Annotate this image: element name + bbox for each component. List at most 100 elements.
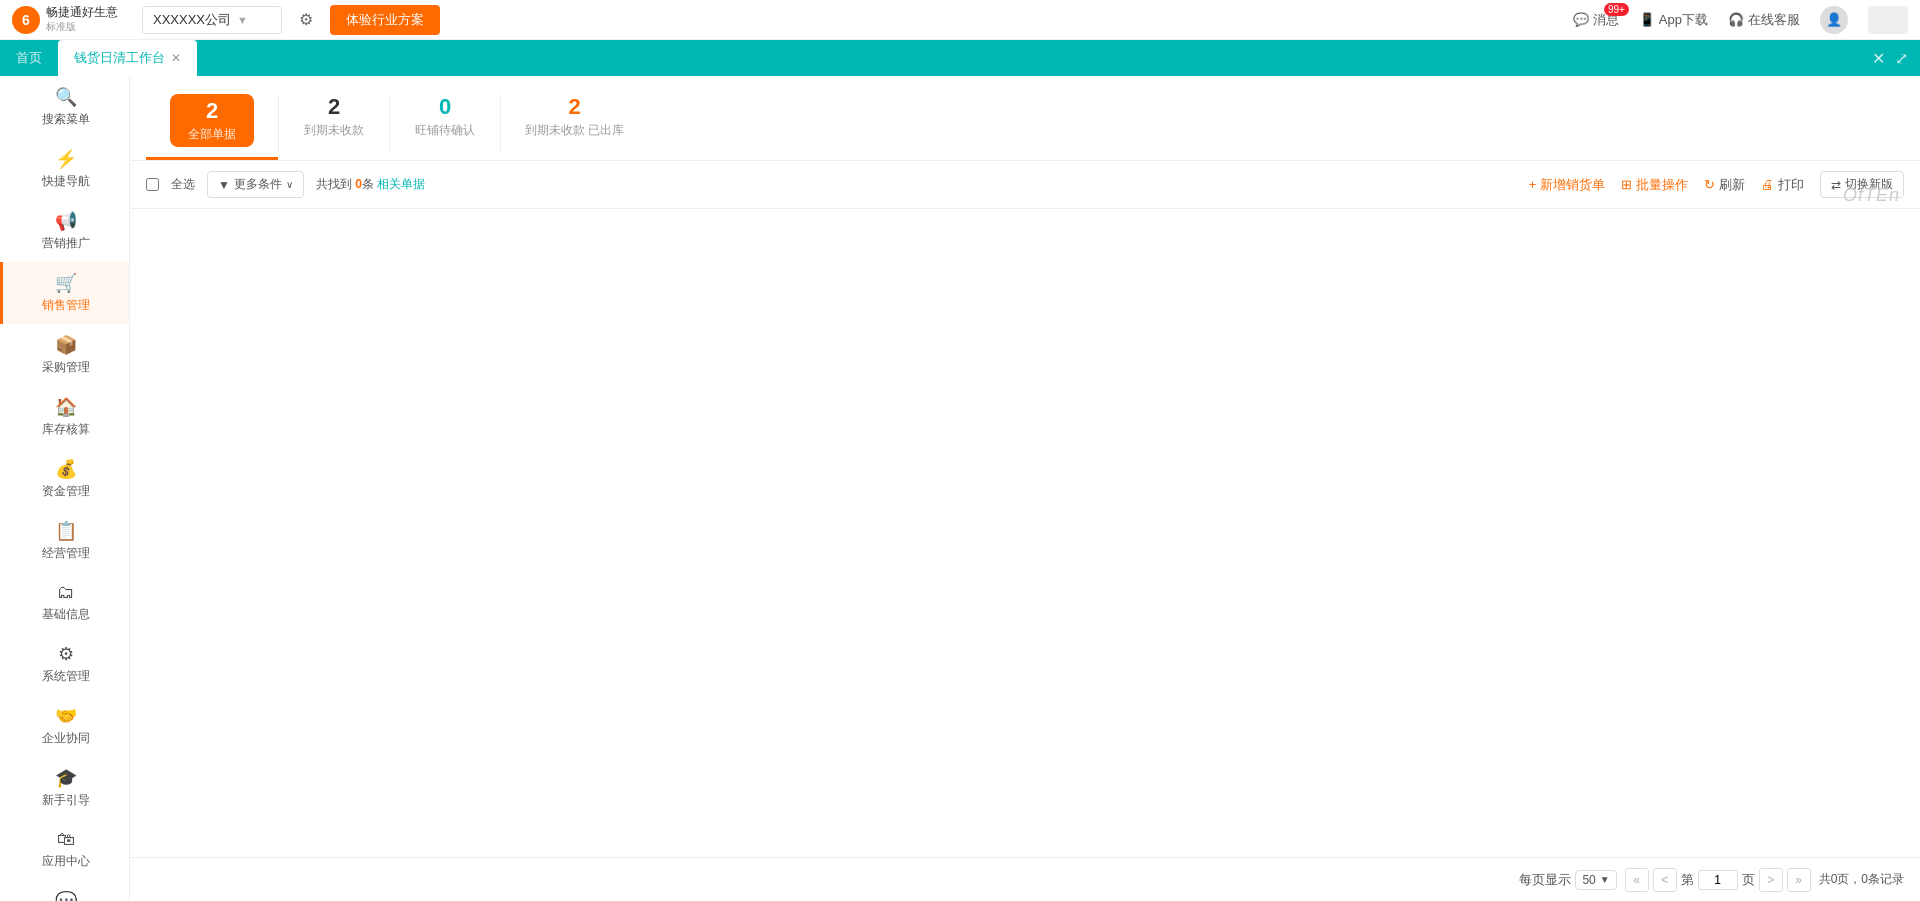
- message-badge: 99+: [1604, 3, 1629, 16]
- sidebar-purchase-label: 采购管理: [42, 359, 90, 376]
- message-icon: 💬: [1573, 12, 1589, 27]
- select-all-label: 全选: [171, 176, 195, 193]
- refresh-button[interactable]: ↻ 刷新: [1704, 176, 1745, 194]
- stat-overdue-shipped-label: 到期未收款 已出库: [525, 122, 624, 139]
- sidebar-enterprise-label: 企业协同: [42, 730, 90, 747]
- page-number-input[interactable]: [1698, 870, 1738, 890]
- sidebar-operations-label: 经营管理: [42, 545, 90, 562]
- page-size-dropdown[interactable]: 50 ▼: [1575, 870, 1616, 890]
- prev-page-button[interactable]: <: [1653, 868, 1677, 892]
- sidebar-item-operations[interactable]: 📋 经营管理: [0, 510, 129, 572]
- select-all-checkbox[interactable]: [146, 178, 159, 191]
- tab-work-station[interactable]: 钱货日清工作台 ✕: [58, 40, 197, 76]
- user-name-area: [1868, 6, 1908, 34]
- stat-tab-all[interactable]: 2 全部单据: [146, 86, 278, 160]
- stat-wangpu-label: 旺铺待确认: [415, 122, 475, 139]
- wechat-icon: 💬: [55, 890, 77, 901]
- sidebar-item-system[interactable]: ⚙ 系统管理: [0, 633, 129, 695]
- basic-info-icon: 🗂: [57, 582, 75, 603]
- found-link[interactable]: 相关单据: [377, 177, 425, 191]
- online-service-button[interactable]: 🎧 在线客服: [1728, 11, 1800, 29]
- stat-overdue-label: 到期未收款: [304, 122, 364, 139]
- user-icon: 👤: [1826, 12, 1842, 27]
- sidebar-item-purchase[interactable]: 📦 采购管理: [0, 324, 129, 386]
- app-download-button[interactable]: 📱 App下载: [1639, 11, 1708, 29]
- next-page-button[interactable]: >: [1759, 868, 1783, 892]
- last-page-button[interactable]: »: [1787, 868, 1811, 892]
- content-area: 2 全部单据 2 到期未收款 0 旺铺待确认 2 到期未收款 已出库: [130, 76, 1920, 901]
- first-page-button[interactable]: «: [1625, 868, 1649, 892]
- app-icon: 📱: [1639, 12, 1655, 27]
- tab-bar-actions: ✕ ⤢: [1872, 49, 1920, 68]
- enterprise-icon: 🤝: [55, 705, 77, 727]
- page-size-select: 每页显示 50 ▼: [1519, 870, 1616, 890]
- avatar[interactable]: 👤: [1820, 6, 1848, 34]
- page-size-value: 50: [1582, 873, 1595, 887]
- filter-label: 更多条件: [234, 176, 282, 193]
- pagination-bar: 每页显示 50 ▼ « < 第 页 > » 共0页，0条记录: [130, 857, 1920, 901]
- tab-close-icon[interactable]: ✕: [171, 51, 181, 65]
- main-layout: 🔍 搜索菜单 ⚡ 快捷导航 📢 营销推广 🛒 销售管理 📦 采购管理 🏠 库存核…: [0, 76, 1920, 901]
- toolbar-right: + 新增销货单 ⊞ 批量操作 ↻ 刷新 🖨 打印 ⇄ 切换新版: [1529, 171, 1904, 198]
- batch-operation-button[interactable]: ⊞ 批量操作: [1621, 176, 1688, 194]
- sidebar-item-wechat[interactable]: 💬 企业微信: [0, 880, 129, 901]
- stat-overdue-number: 2: [328, 94, 340, 120]
- app-download-label: App下载: [1659, 11, 1708, 29]
- sidebar-item-enterprise[interactable]: 🤝 企业协同: [0, 695, 129, 757]
- more-filter-button[interactable]: ▼ 更多条件 ∨: [207, 171, 304, 198]
- sidebar-basic-info-label: 基础信息: [42, 606, 90, 623]
- data-area: [130, 209, 1920, 857]
- found-count-text: 共找到 0条 相关单据: [316, 176, 425, 193]
- stat-tab-wangpu[interactable]: 0 旺铺待确认: [390, 86, 500, 160]
- try-industry-button[interactable]: 体验行业方案: [330, 5, 440, 35]
- company-selector[interactable]: XXXXXX公司 ▼: [142, 6, 282, 34]
- header-right: 💬 消息 99+ 📱 App下载 🎧 在线客服 👤: [1573, 6, 1908, 34]
- sidebar-finance-label: 资金管理: [42, 483, 90, 500]
- tab-home[interactable]: 首页: [0, 40, 58, 76]
- sidebar-guide-label: 新手引导: [42, 792, 90, 809]
- sidebar-item-marketing[interactable]: 📢 营销推广: [0, 200, 129, 262]
- refresh-icon: ↻: [1704, 177, 1715, 192]
- stat-tab-overdue-shipped[interactable]: 2 到期未收款 已出库: [501, 86, 648, 160]
- quick-nav-icon: ⚡: [55, 148, 77, 170]
- stat-tab-overdue[interactable]: 2 到期未收款: [279, 86, 389, 160]
- sidebar-item-search[interactable]: 🔍 搜索菜单: [0, 76, 129, 138]
- logo-badge: 标准版: [46, 20, 118, 34]
- sidebar-item-app-center[interactable]: 🛍 应用中心: [0, 819, 129, 880]
- switch-icon: ⇄: [1831, 178, 1841, 192]
- page-navigation: « < 第 页 > »: [1625, 868, 1811, 892]
- sidebar-marketing-label: 营销推广: [42, 235, 90, 252]
- logo-area: 6 畅捷通好生意 标准版: [12, 5, 142, 35]
- company-name: XXXXXX公司: [153, 11, 231, 29]
- sidebar-item-quick-nav[interactable]: ⚡ 快捷导航: [0, 138, 129, 200]
- settings-button[interactable]: ⚙: [292, 6, 320, 34]
- new-order-button[interactable]: + 新增销货单: [1529, 176, 1605, 194]
- stats-tabs: 2 全部单据 2 到期未收款 0 旺铺待确认 2 到期未收款 已出库: [130, 76, 1920, 161]
- print-icon: 🖨: [1761, 177, 1774, 192]
- sales-icon: 🛒: [55, 272, 77, 294]
- sidebar-item-finance[interactable]: 💰 资金管理: [0, 448, 129, 510]
- sidebar-item-guide[interactable]: 🎓 新手引导: [0, 757, 129, 819]
- found-num: 0: [355, 177, 362, 191]
- tab-home-label: 首页: [16, 49, 42, 67]
- sidebar-item-basic-info[interactable]: 🗂 基础信息: [0, 572, 129, 633]
- app-center-icon: 🛍: [57, 829, 75, 850]
- gear-icon: ⚙: [299, 10, 313, 29]
- marketing-icon: 📢: [55, 210, 77, 232]
- search-icon: 🔍: [55, 86, 77, 108]
- purchase-icon: 📦: [55, 334, 77, 356]
- switch-new-version-button[interactable]: ⇄ 切换新版: [1820, 171, 1904, 198]
- print-button[interactable]: 🖨 打印: [1761, 176, 1804, 194]
- dropdown-arrow-icon: ▼: [1600, 874, 1610, 885]
- tab-expand-icon[interactable]: ⤢: [1895, 49, 1908, 68]
- sidebar-item-inventory[interactable]: 🏠 库存核算: [0, 386, 129, 448]
- guide-icon: 🎓: [55, 767, 77, 789]
- tab-close-all-icon[interactable]: ✕: [1872, 49, 1885, 68]
- stat-overdue-shipped-number: 2: [569, 94, 581, 120]
- logo-icon: 6: [12, 6, 40, 34]
- message-button[interactable]: 💬 消息 99+: [1573, 11, 1619, 29]
- sidebar-app-center-label: 应用中心: [42, 853, 90, 870]
- sidebar-item-sales[interactable]: 🛒 销售管理: [0, 262, 129, 324]
- tab-work-station-label: 钱货日清工作台: [74, 49, 165, 67]
- service-icon: 🎧: [1728, 12, 1744, 27]
